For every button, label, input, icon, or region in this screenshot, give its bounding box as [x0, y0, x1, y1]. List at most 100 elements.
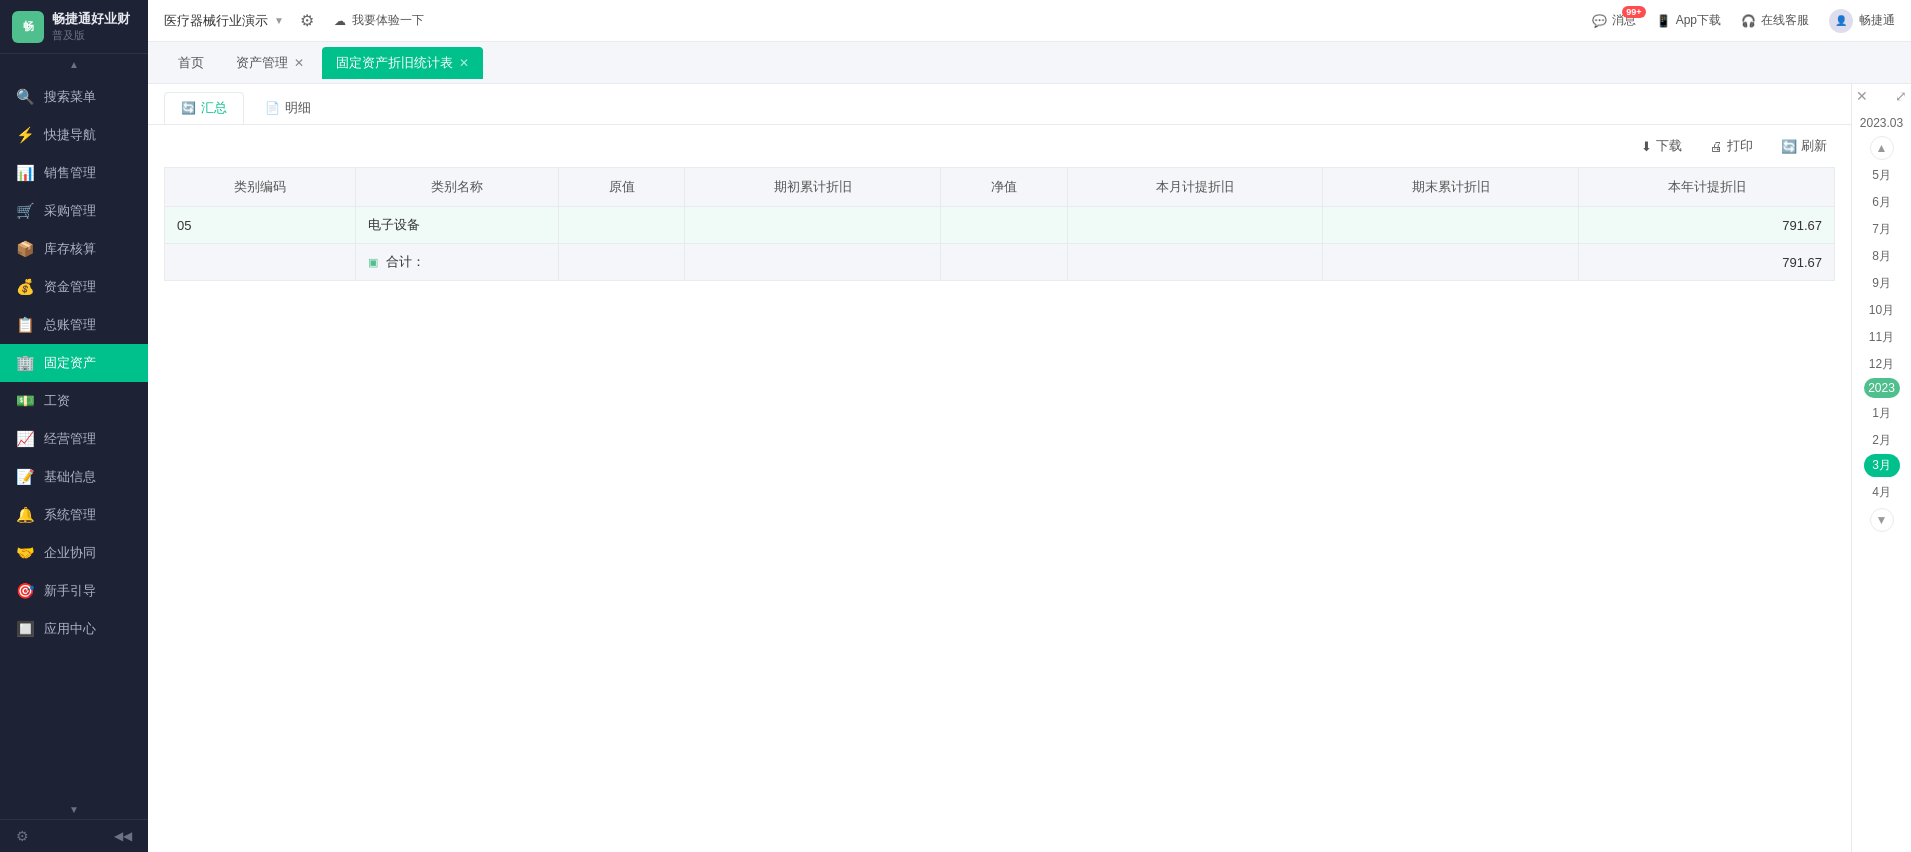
tab-home[interactable]: 首页	[164, 47, 218, 79]
system-icon: 🔔	[16, 506, 34, 524]
experience-label: 我要体验一下	[352, 12, 424, 29]
online-service-btn[interactable]: 🎧 在线客服	[1741, 12, 1809, 29]
print-btn[interactable]: 🖨 打印	[1702, 133, 1761, 159]
message-icon: 💬	[1592, 14, 1607, 28]
operations-icon: 📈	[16, 430, 34, 448]
sales-icon: 📊	[16, 164, 34, 182]
sidebar-item-appcenter[interactable]: 🔲 应用中心	[0, 610, 148, 648]
app-download-btn[interactable]: 📱 App下载	[1656, 12, 1721, 29]
sidebar-item-sales[interactable]: 📊 销售管理	[0, 154, 148, 192]
panel-month-feb[interactable]: 2月	[1852, 427, 1911, 454]
sidebar-item-system[interactable]: 🔔 系统管理	[0, 496, 148, 534]
sidebar-item-inventory[interactable]: 📦 库存核算	[0, 230, 148, 268]
main-content: 🔄 汇总 📄 明细 ⬇ 下载 🖨 打印 🔄	[148, 84, 1851, 852]
sidebar-item-quicknav[interactable]: ⚡ 快捷导航	[0, 116, 148, 154]
cloud-icon: ☁	[334, 14, 346, 28]
col-header-year-dep: 本年计提折旧	[1579, 168, 1835, 207]
sidebar-item-search[interactable]: 🔍 搜索菜单	[0, 78, 148, 116]
sidebar-item-finance[interactable]: 💰 资金管理	[0, 268, 148, 306]
sidebar-item-label: 应用中心	[44, 620, 96, 638]
sidebar-footer: ⚙ ◀◀	[0, 819, 148, 852]
tab-asset-close-icon[interactable]: ✕	[294, 56, 304, 70]
collapse-icon[interactable]: ◀◀	[114, 829, 132, 843]
panel-expand-icon[interactable]: ⤢	[1895, 88, 1907, 104]
sidebar-item-label: 固定资产	[44, 354, 96, 372]
topbar-settings-icon[interactable]: ⚙	[300, 11, 314, 30]
sum-month-dep	[1067, 244, 1323, 281]
sidebar-item-salary[interactable]: 💵 工资	[0, 382, 148, 420]
app-version: 普及版	[52, 28, 130, 43]
panel-month-aug[interactable]: 8月	[1852, 243, 1911, 270]
sidebar-item-fixedasset[interactable]: 🏢 固定资产	[0, 344, 148, 382]
sidebar-item-guide[interactable]: 🎯 新手引导	[0, 572, 148, 610]
panel-month-mar[interactable]: 3月	[1864, 454, 1900, 477]
sum-original	[558, 244, 685, 281]
sidebar-item-basicinfo[interactable]: 📝 基础信息	[0, 458, 148, 496]
col-header-begin-accum: 期初累计折旧	[685, 168, 941, 207]
sidebar-scroll-up[interactable]: ▲	[64, 56, 84, 72]
experience-btn[interactable]: ☁ 我要体验一下	[334, 12, 424, 29]
sum-net-value	[941, 244, 1068, 281]
sidebar-item-label: 基础信息	[44, 468, 96, 486]
sidebar-item-cooperation[interactable]: 🤝 企业协同	[0, 534, 148, 572]
panel-month-nov[interactable]: 11月	[1852, 324, 1911, 351]
panel-month-jun[interactable]: 6月	[1852, 189, 1911, 216]
panel-nav-down[interactable]: ▼	[1870, 508, 1894, 532]
sidebar-item-ledger[interactable]: 📋 总账管理	[0, 306, 148, 344]
sum-end-accum	[1323, 244, 1579, 281]
ledger-icon: 📋	[16, 316, 34, 334]
download-btn[interactable]: ⬇ 下载	[1633, 133, 1690, 159]
sidebar-item-label: 快捷导航	[44, 126, 96, 144]
app-name: 畅捷通好业财	[52, 10, 130, 28]
user-menu[interactable]: 👤 畅捷通	[1829, 9, 1895, 33]
basicinfo-icon: 📝	[16, 468, 34, 486]
panel-month-jan[interactable]: 1月	[1852, 400, 1911, 427]
right-panel: ✕ ⤢ 2023.03 ▲ 5月 6月 7月 8月 9月 10月 11月 12月…	[1851, 84, 1911, 852]
refresh-icon: 🔄	[1781, 139, 1797, 154]
company-name: 医疗器械行业演示	[164, 12, 268, 30]
refresh-label: 刷新	[1801, 137, 1827, 155]
table-summary-row: ▣ 合计： 791.67	[165, 244, 1835, 281]
topbar-right: 💬 消息 99+ 📱 App下载 🎧 在线客服 👤 畅捷通	[1592, 9, 1895, 33]
company-selector[interactable]: 医疗器械行业演示 ▼	[164, 12, 284, 30]
panel-close-icon[interactable]: ✕	[1856, 88, 1868, 104]
tab-asset-mgmt[interactable]: 资产管理 ✕	[222, 47, 318, 79]
panel-month-apr[interactable]: 4月	[1852, 479, 1911, 506]
table-header-row: 类别编码 类别名称 原值 期初累计折旧 净值 本月计提折旧 期末累计折旧 本年计…	[165, 168, 1835, 207]
sum-icon: ▣	[368, 256, 378, 268]
sidebar-item-label: 系统管理	[44, 506, 96, 524]
tab-depreciation-close-icon[interactable]: ✕	[459, 56, 469, 70]
tab-depreciation-report[interactable]: 固定资产折旧统计表 ✕	[322, 47, 483, 79]
settings-icon[interactable]: ⚙	[16, 828, 29, 844]
detail-icon: 📄	[265, 101, 280, 115]
tabbar: 首页 资产管理 ✕ 固定资产折旧统计表 ✕	[148, 42, 1911, 84]
sidebar-nav: 🔍 搜索菜单 ⚡ 快捷导航 📊 销售管理 🛒 采购管理 📦 库存核算 💰 资金管…	[0, 74, 148, 799]
panel-month-dec[interactable]: 12月	[1852, 351, 1911, 378]
download-label: 下载	[1656, 137, 1682, 155]
panel-month-may[interactable]: 5月	[1852, 162, 1911, 189]
panel-month-jul[interactable]: 7月	[1852, 216, 1911, 243]
inner-tab-detail-label: 明细	[285, 99, 311, 117]
inner-tab-detail[interactable]: 📄 明细	[248, 92, 328, 124]
inner-tab-summary[interactable]: 🔄 汇总	[164, 92, 244, 124]
print-icon: 🖨	[1710, 139, 1723, 154]
sum-year-dep: 791.67	[1579, 244, 1835, 281]
table-row[interactable]: 05 电子设备 791.67	[165, 207, 1835, 244]
col-header-original: 原值	[558, 168, 685, 207]
refresh-btn[interactable]: 🔄 刷新	[1773, 133, 1835, 159]
panel-month-sep[interactable]: 9月	[1852, 270, 1911, 297]
sidebar-scroll-down[interactable]: ▼	[64, 801, 84, 817]
message-btn[interactable]: 💬 消息 99+	[1592, 12, 1636, 29]
panel-month-oct[interactable]: 10月	[1852, 297, 1911, 324]
avatar: 👤	[1829, 9, 1853, 33]
sidebar-item-label: 总账管理	[44, 316, 96, 334]
sidebar-item-purchase[interactable]: 🛒 采购管理	[0, 192, 148, 230]
col-header-code: 类别编码	[165, 168, 356, 207]
cell-net-value	[941, 207, 1068, 244]
panel-year-2023[interactable]: 2023	[1864, 378, 1900, 398]
summary-icon: 🔄	[181, 101, 196, 115]
panel-nav-up[interactable]: ▲	[1870, 136, 1894, 160]
sidebar-item-operations[interactable]: 📈 经营管理	[0, 420, 148, 458]
sidebar-item-label: 资金管理	[44, 278, 96, 296]
sidebar-item-label: 销售管理	[44, 164, 96, 182]
